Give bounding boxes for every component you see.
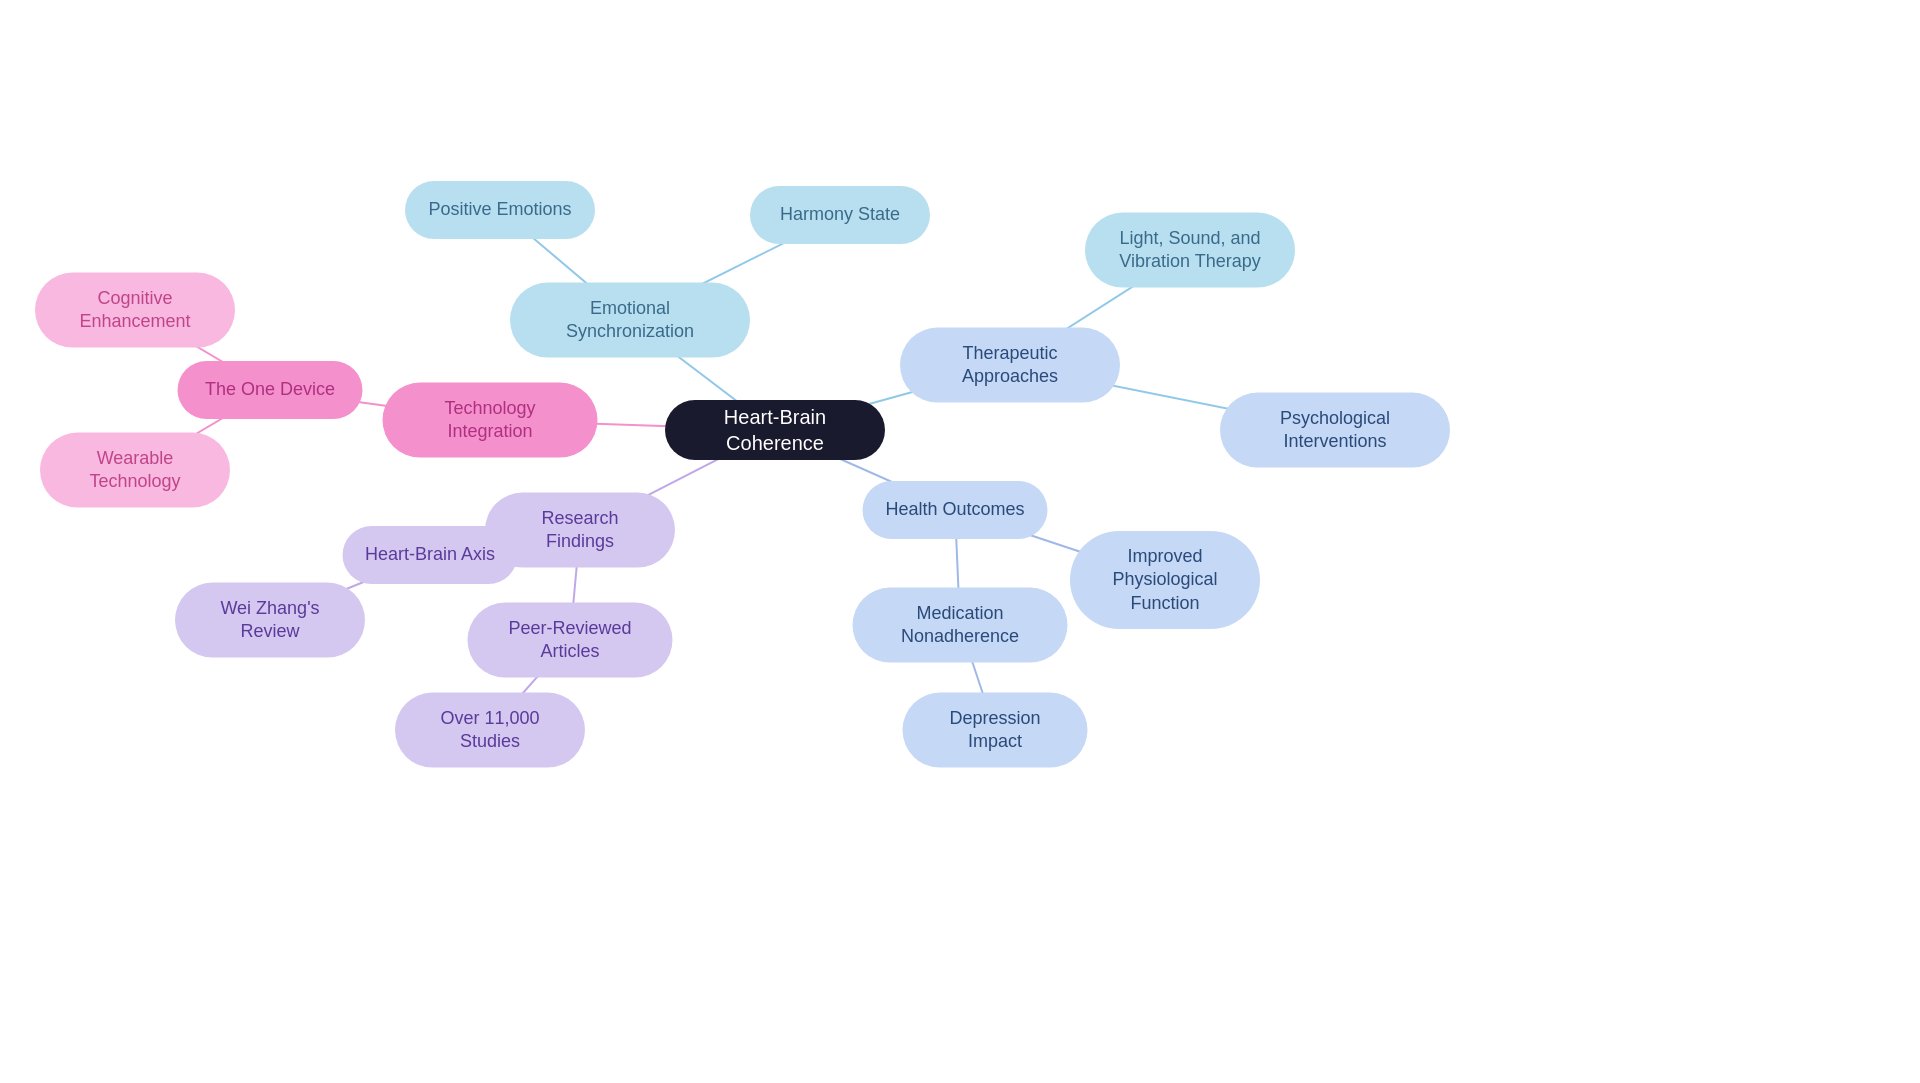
node-cognitive-enhancement[interactable]: Cognitive Enhancement (35, 273, 235, 348)
node-emotional-sync[interactable]: Emotional Synchronization (510, 283, 750, 358)
node-the-one-device[interactable]: The One Device (178, 361, 363, 419)
node-heart-brain-axis[interactable]: Heart-Brain Axis (343, 526, 518, 584)
node-therapeutic-approaches[interactable]: Therapeutic Approaches (900, 328, 1120, 403)
node-psych-interventions[interactable]: Psychological Interventions (1220, 393, 1450, 468)
center-node[interactable]: Heart-Brain Coherence (665, 400, 885, 460)
node-medication-nonadherence[interactable]: Medication Nonadherence (853, 588, 1068, 663)
node-light-sound-vibration[interactable]: Light, Sound, and Vibration Therapy (1085, 213, 1295, 288)
node-tech-integration[interactable]: Technology Integration (383, 383, 598, 458)
mindmap-container: Heart-Brain Coherence Emotional Synchroni… (0, 0, 1920, 1083)
node-over-11000[interactable]: Over 11,000 Studies (395, 693, 585, 768)
node-depression-impact[interactable]: Depression Impact (903, 693, 1088, 768)
node-health-outcomes[interactable]: Health Outcomes (863, 481, 1048, 539)
connections-svg (0, 0, 1920, 1083)
node-harmony-state[interactable]: Harmony State (750, 186, 930, 244)
node-wearable-tech[interactable]: Wearable Technology (40, 433, 230, 508)
node-peer-reviewed[interactable]: Peer-Reviewed Articles (468, 603, 673, 678)
node-positive-emotions[interactable]: Positive Emotions (405, 181, 595, 239)
node-wei-zhang[interactable]: Wei Zhang's Review (175, 583, 365, 658)
node-improved-physio[interactable]: Improved Physiological Function (1070, 531, 1260, 629)
